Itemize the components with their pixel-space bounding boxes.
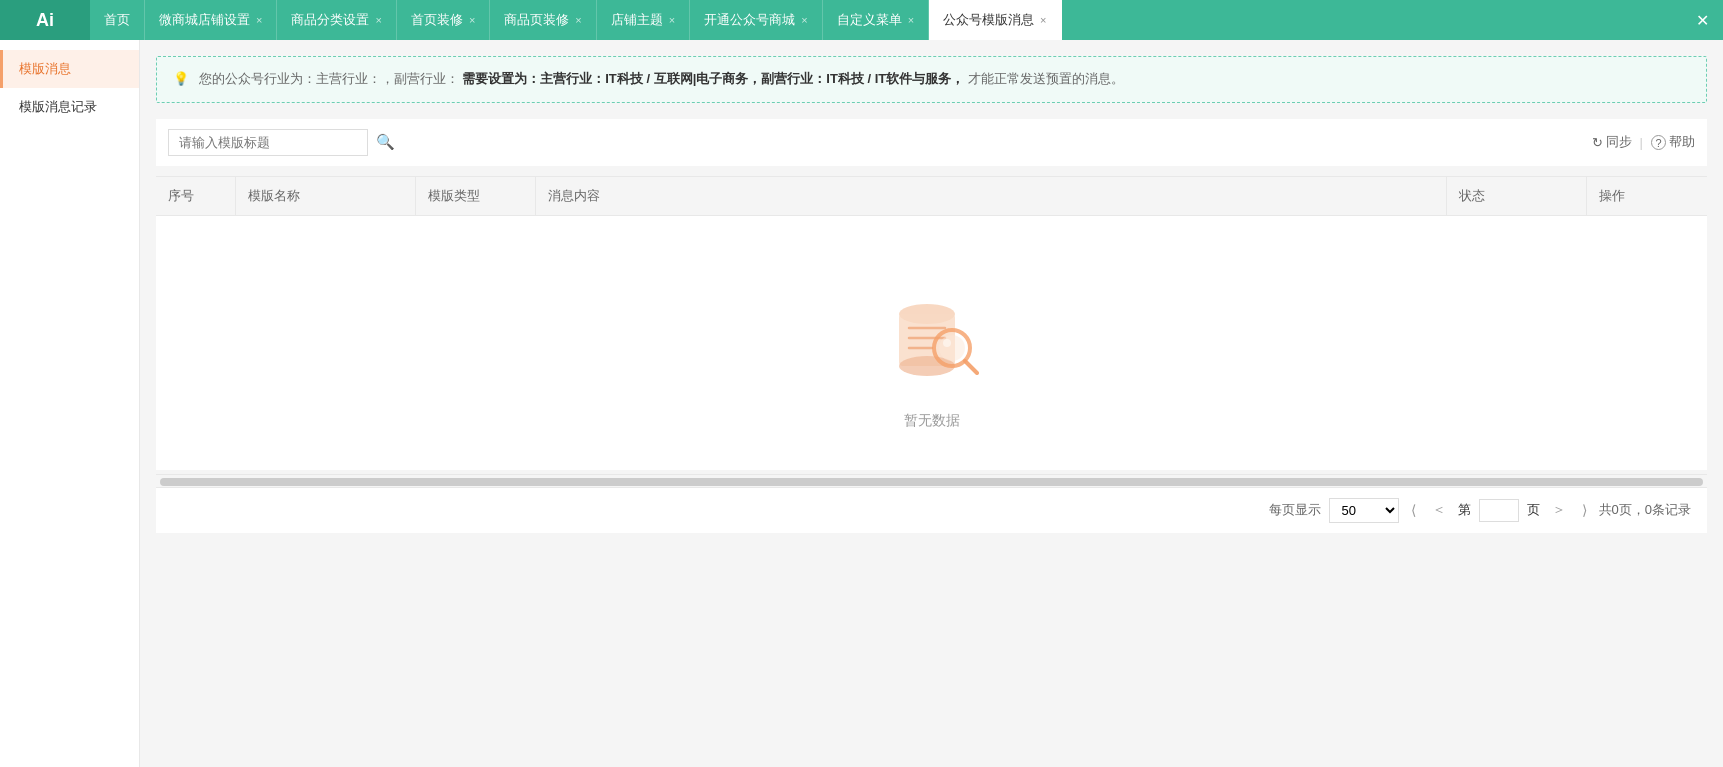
tab-open-mall-close[interactable]: ×: [801, 14, 807, 26]
horizontal-scrollbar[interactable]: [156, 474, 1707, 488]
bulb-icon: 💡: [173, 71, 189, 86]
tab-home[interactable]: 首页: [90, 0, 145, 40]
svg-line-8: [965, 361, 977, 373]
help-button[interactable]: ? 帮助: [1651, 133, 1695, 151]
tab-category-close[interactable]: ×: [375, 14, 381, 26]
divider: |: [1640, 135, 1643, 150]
tab-shop-settings[interactable]: 微商城店铺设置 ×: [145, 0, 277, 40]
top-navigation: Ai 首页 微商城店铺设置 × 商品分类设置 × 首页装修 × 商品页装修 × …: [0, 0, 1723, 40]
sidebar: 模版消息 模版消息记录: [0, 40, 140, 767]
tab-custom-menu-label: 自定义菜单: [837, 11, 902, 29]
info-banner: 💡 您的公众号行业为：主营行业：，副营行业： 需要设置为：主营行业：IT科技 /…: [156, 56, 1707, 103]
app-logo: Ai: [0, 0, 90, 40]
help-icon: ?: [1651, 135, 1666, 150]
search-left: 🔍: [168, 129, 395, 156]
next-page-button[interactable]: ＞: [1548, 499, 1570, 521]
tab-store-theme[interactable]: 店铺主题 ×: [597, 0, 690, 40]
tab-home-decoration[interactable]: 首页装修 ×: [397, 0, 490, 40]
tab-shop-settings-close[interactable]: ×: [256, 14, 262, 26]
tab-product-decoration[interactable]: 商品页装修 ×: [490, 0, 596, 40]
page-size-select[interactable]: 50 20 100: [1329, 498, 1399, 523]
tab-template-message[interactable]: 公众号模版消息 ×: [929, 0, 1061, 40]
main-layout: 模版消息 模版消息记录 💡 您的公众号行业为：主营行业：，副营行业： 需要设置为…: [0, 40, 1723, 767]
tab-home-decoration-close[interactable]: ×: [469, 14, 475, 26]
col-header-type: 模版类型: [416, 177, 536, 215]
sidebar-item-template-message[interactable]: 模版消息: [0, 50, 139, 88]
tab-template-message-close[interactable]: ×: [1040, 14, 1046, 26]
search-button[interactable]: 🔍: [376, 133, 395, 151]
table-container: 序号 模版名称 模版类型 消息内容 状态 操作: [156, 176, 1707, 470]
col-header-index: 序号: [156, 177, 236, 215]
nav-tabs-container: 首页 微商城店铺设置 × 商品分类设置 × 首页装修 × 商品页装修 × 店铺主…: [90, 0, 1682, 40]
tab-home-decoration-label: 首页装修: [411, 11, 463, 29]
page-number-input[interactable]: 1: [1479, 499, 1519, 522]
empty-text: 暂无数据: [904, 412, 960, 430]
tab-store-theme-close[interactable]: ×: [669, 14, 675, 26]
col-header-status: 状态: [1447, 177, 1587, 215]
pagination: 每页显示 50 20 100 ⟨ ＜ 第 1 页 ＞ ⟩ 共0页，0条记录: [156, 488, 1707, 533]
search-icon: 🔍: [376, 133, 395, 150]
search-right: ↻ 同步 | ? 帮助: [1592, 133, 1695, 151]
tab-store-theme-label: 店铺主题: [611, 11, 663, 29]
page-size-label: 每页显示: [1269, 501, 1321, 519]
tab-custom-menu[interactable]: 自定义菜单 ×: [823, 0, 929, 40]
tab-product-decoration-close[interactable]: ×: [575, 14, 581, 26]
page-total-text: 共0页，0条记录: [1599, 501, 1691, 519]
col-header-content: 消息内容: [536, 177, 1447, 215]
tab-product-decoration-label: 商品页装修: [504, 11, 569, 29]
col-header-action: 操作: [1587, 177, 1707, 215]
empty-state: 暂无数据: [156, 216, 1707, 470]
prev-page-button[interactable]: ＜: [1428, 499, 1450, 521]
sidebar-item-template-message-log[interactable]: 模版消息记录: [0, 88, 139, 126]
scroll-thumb: [160, 478, 1703, 486]
last-page-button[interactable]: ⟩: [1578, 500, 1591, 520]
help-label: 帮助: [1669, 133, 1695, 151]
sync-button[interactable]: ↻ 同步: [1592, 133, 1632, 151]
svg-point-9: [943, 339, 951, 347]
sidebar-item-template-message-label: 模版消息: [19, 61, 71, 76]
table-header: 序号 模版名称 模版类型 消息内容 状态 操作: [156, 176, 1707, 216]
main-content: 💡 您的公众号行业为：主营行业：，副营行业： 需要设置为：主营行业：IT科技 /…: [140, 40, 1723, 767]
sidebar-item-template-message-log-label: 模版消息记录: [19, 99, 97, 114]
svg-point-7: [939, 335, 965, 361]
tab-category-settings[interactable]: 商品分类设置 ×: [277, 0, 396, 40]
close-all-button[interactable]: ✕: [1682, 0, 1723, 40]
info-highlight-text: 需要设置为：主营行业：IT科技 / 互联网|电子商务，副营行业：IT科技 / I…: [462, 71, 964, 86]
tab-custom-menu-close[interactable]: ×: [908, 14, 914, 26]
info-prefix-text: 您的公众号行业为：主营行业：，副营行业：: [199, 71, 459, 86]
tab-template-message-label: 公众号模版消息: [943, 11, 1034, 29]
search-input[interactable]: [168, 129, 368, 156]
empty-state-icon: [872, 276, 992, 396]
tab-category-settings-label: 商品分类设置: [291, 11, 369, 29]
search-bar: 🔍 ↻ 同步 | ? 帮助: [156, 119, 1707, 166]
sync-icon: ↻: [1592, 135, 1603, 150]
col-header-name: 模版名称: [236, 177, 416, 215]
tab-home-label: 首页: [104, 11, 130, 29]
tab-shop-settings-label: 微商城店铺设置: [159, 11, 250, 29]
tab-open-mall-label: 开通公众号商城: [704, 11, 795, 29]
info-suffix-text: 才能正常发送预置的消息。: [968, 71, 1124, 86]
page-unit-label: 页: [1527, 501, 1540, 519]
first-page-button[interactable]: ⟨: [1407, 500, 1420, 520]
page-di-label: 第: [1458, 501, 1471, 519]
tab-open-mall[interactable]: 开通公众号商城 ×: [690, 0, 822, 40]
sync-label: 同步: [1606, 133, 1632, 151]
